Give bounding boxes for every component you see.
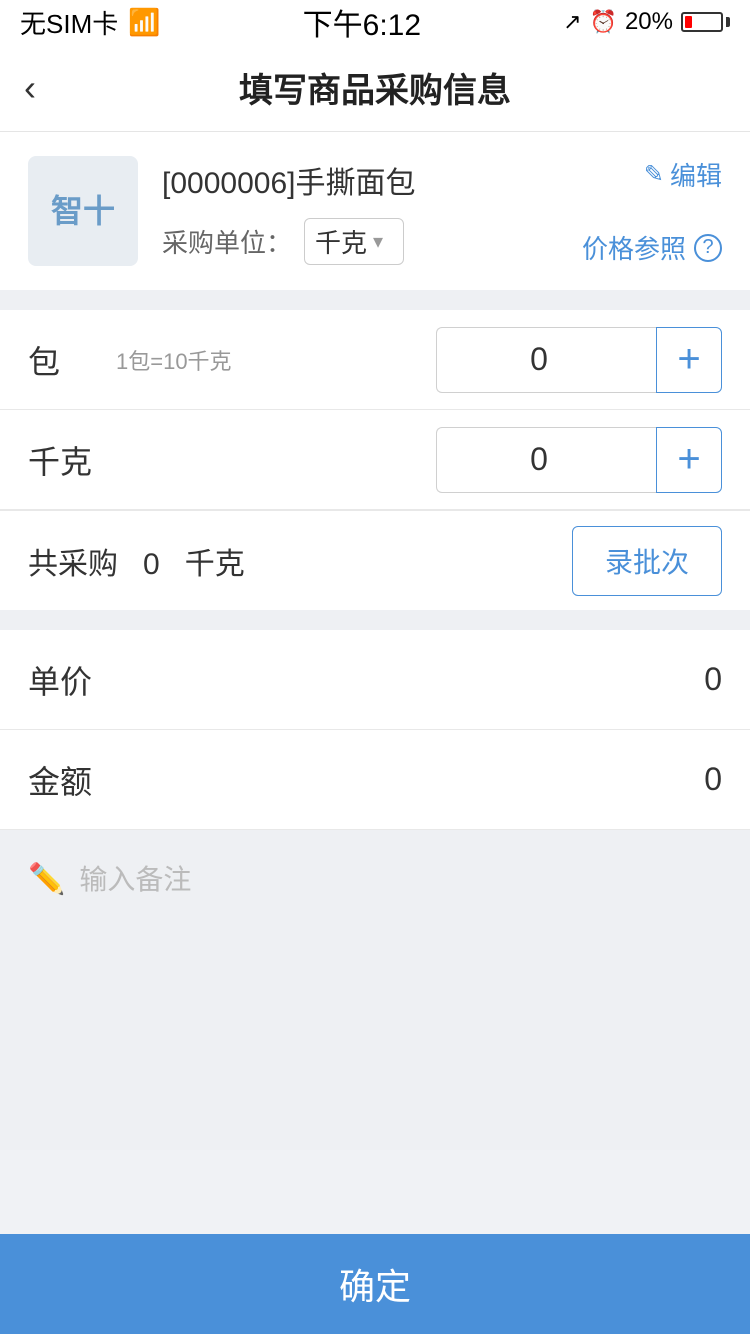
divider-1 <box>0 290 750 310</box>
status-bar: 无SIM卡 📶 下午6:12 ↗ ⏰ 20% <box>0 0 750 44</box>
bao-field-wrap: + <box>436 327 722 393</box>
alarm-icon: ⏰ <box>590 9 617 35</box>
unit-price-row: 单价 0 <box>0 630 750 730</box>
kg-plus-button[interactable]: + <box>656 427 722 493</box>
product-name: [0000006]手撕面包 <box>162 158 722 202</box>
help-icon: ? <box>694 234 722 262</box>
product-card: 智十 [0000006]手撕面包 采购单位： 千克 ▾ ✎ 编辑 价格参照 ? <box>0 132 750 290</box>
amount-row: 金额 0 <box>0 730 750 830</box>
nav-bar: ‹ 填写商品采购信息 <box>0 44 750 132</box>
status-time: 下午6:12 <box>303 0 421 44</box>
bao-input[interactable] <box>436 327 656 393</box>
input-section: 包 1包=10千克 + 千克 + <box>0 310 750 510</box>
total-amount: 0 <box>143 548 160 581</box>
unit-value: 千克 <box>315 223 367 260</box>
bao-sub-label: 1包=10千克 <box>116 344 232 376</box>
confirm-label: 确定 <box>339 1258 411 1310</box>
remark-section[interactable]: ✏️ 输入备注 <box>0 830 750 1150</box>
unit-price-value: 0 <box>704 661 722 698</box>
price-info-section: 单价 0 金额 0 <box>0 630 750 830</box>
confirm-button[interactable]: 确定 <box>0 1234 750 1334</box>
total-label: 共采购 0 千克 <box>28 539 245 583</box>
battery-percent: 20% <box>625 8 673 36</box>
edit-label: 编辑 <box>670 156 722 193</box>
unit-select[interactable]: 千克 ▾ <box>304 218 404 265</box>
kg-input[interactable] <box>436 427 656 493</box>
carrier-label: 无SIM卡 <box>20 4 118 41</box>
unit-label: 采购单位： <box>162 223 292 260</box>
bao-label: 包 <box>28 337 108 383</box>
back-button[interactable]: ‹ <box>24 67 36 109</box>
price-ref-button[interactable]: 价格参照 ? <box>582 229 722 266</box>
location-icon: ↗ <box>563 9 581 35</box>
remark-icon: ✏️ <box>28 862 65 897</box>
record-batch-button[interactable]: 录批次 <box>572 526 722 596</box>
divider-2 <box>0 610 750 630</box>
bao-plus-button[interactable]: + <box>656 327 722 393</box>
unit-arrow-icon: ▾ <box>373 229 383 254</box>
product-image: 智十 <box>28 156 138 266</box>
kg-input-row: 千克 + <box>0 410 750 510</box>
battery-icon <box>681 12 730 32</box>
amount-value: 0 <box>704 761 722 798</box>
status-right: ↗ ⏰ 20% <box>563 8 730 36</box>
product-logo: 智十 <box>51 192 115 230</box>
edit-icon: ✎ <box>644 160 664 189</box>
kg-field-wrap: + <box>436 427 722 493</box>
edit-button[interactable]: ✎ 编辑 <box>644 156 722 193</box>
unit-price-label: 单价 <box>28 657 92 703</box>
remark-placeholder: 输入备注 <box>79 858 191 898</box>
kg-label: 千克 <box>28 437 108 483</box>
wifi-icon: 📶 <box>128 7 160 38</box>
bao-input-row: 包 1包=10千克 + <box>0 310 750 410</box>
total-row: 共采购 0 千克 录批次 <box>0 510 750 610</box>
total-unit: 千克 <box>185 548 245 581</box>
status-left: 无SIM卡 📶 <box>20 4 161 41</box>
page-title: 填写商品采购信息 <box>239 63 511 112</box>
price-ref-label: 价格参照 <box>582 229 686 266</box>
amount-label: 金额 <box>28 757 92 803</box>
